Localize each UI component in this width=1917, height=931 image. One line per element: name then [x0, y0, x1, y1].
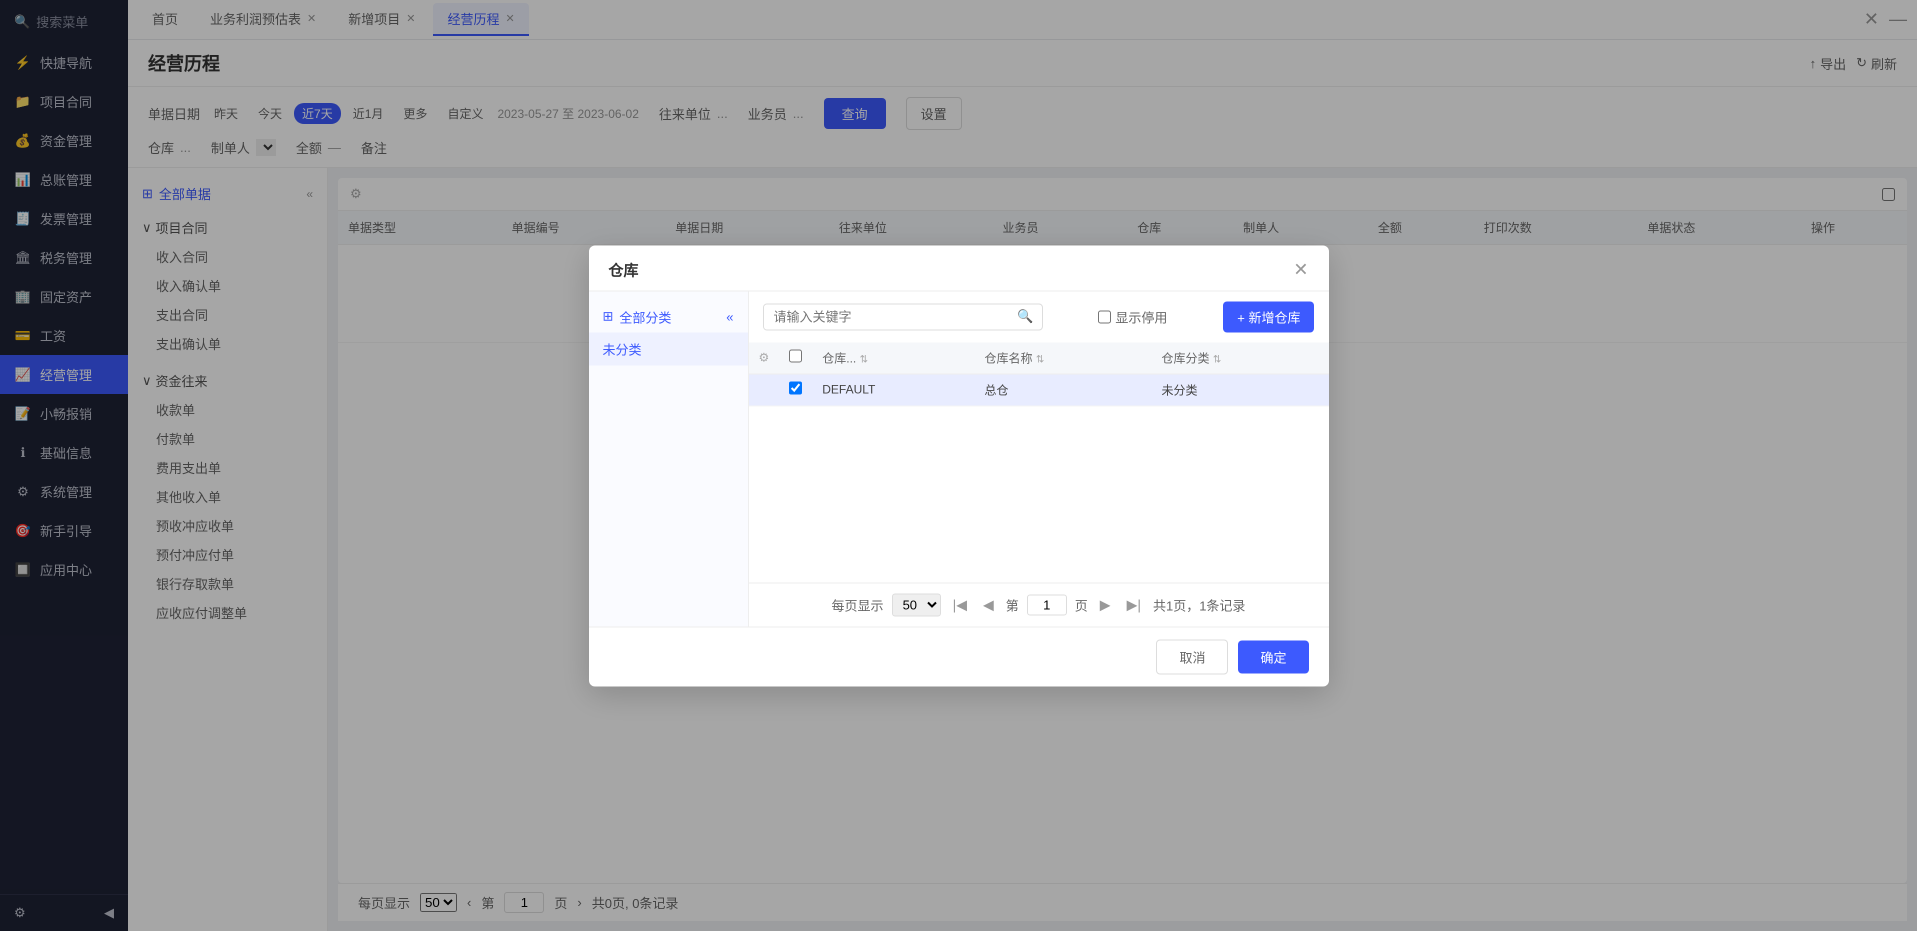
modal-page-label: 第	[1006, 595, 1019, 614]
warehouse-modal: 仓库 ✕ ⊞ 全部分类 « 未分类 🔍 显示	[589, 245, 1329, 686]
modal-close-button[interactable]: ✕	[1293, 259, 1308, 280]
modal-col-name: 仓库名称 ⇅	[975, 342, 1152, 374]
modal-title: 仓库	[609, 259, 639, 280]
modal-body: ⊞ 全部分类 « 未分类 🔍 显示停用 + 新增仓库	[589, 291, 1329, 626]
modal-pagination: 每页显示 50 |◀ ◀ 第 页 ▶ ▶| 共1页，1条记录	[749, 582, 1329, 626]
show-disabled-checkbox[interactable]	[1098, 310, 1111, 323]
sort-name-icon[interactable]: ⇅	[1036, 354, 1044, 365]
add-warehouse-button[interactable]: + 新增仓库	[1223, 301, 1314, 332]
modal-page-input[interactable]	[1027, 594, 1067, 615]
modal-prev-page-btn[interactable]: ◀	[979, 594, 998, 615]
modal-col-settings: ⚙	[749, 342, 780, 374]
modal-last-page-btn[interactable]: ▶|	[1123, 594, 1145, 615]
modal-table: ⚙ 仓库... ⇅ 仓库名称 ⇅	[749, 342, 1329, 406]
modal-total-info: 共1页，1条记录	[1153, 595, 1245, 614]
modal-row-check-cell	[779, 374, 812, 406]
modal-row-code: DEFAULT	[812, 374, 974, 406]
show-disabled-label: 显示停用	[1115, 307, 1167, 326]
cancel-button[interactable]: 取消	[1156, 639, 1228, 674]
modal-table-settings-icon[interactable]: ⚙	[759, 351, 770, 365]
modal-table-container: ⚙ 仓库... ⇅ 仓库名称 ⇅	[749, 342, 1329, 582]
sort-cat-icon[interactable]: ⇅	[1213, 354, 1221, 365]
modal-first-page-btn[interactable]: |◀	[949, 594, 971, 615]
modal-all-categories[interactable]: ⊞ 全部分类 «	[589, 301, 748, 332]
modal-footer: 取消 确定	[589, 626, 1329, 686]
sort-code-icon[interactable]: ⇅	[860, 354, 868, 365]
modal-row-category: 未分类	[1152, 374, 1329, 406]
modal-cat-collapse-icon[interactable]: «	[726, 309, 733, 324]
modal-right-panel: 🔍 显示停用 + 新增仓库 ⚙	[749, 291, 1329, 626]
modal-row-checkbox[interactable]	[789, 382, 802, 395]
modal-col-check	[779, 342, 812, 374]
modal-category-panel: ⊞ 全部分类 « 未分类	[589, 291, 749, 626]
modal-next-page-btn[interactable]: ▶	[1096, 594, 1115, 615]
category-grid-icon: ⊞	[603, 309, 614, 325]
modal-header: 仓库 ✕	[589, 245, 1329, 291]
confirm-button[interactable]: 确定	[1238, 640, 1308, 673]
modal-toolbar: 🔍 显示停用 + 新增仓库	[749, 291, 1329, 342]
modal-select-all[interactable]	[789, 350, 802, 363]
modal-col-category: 仓库分类 ⇅	[1152, 342, 1329, 374]
modal-col-code: 仓库... ⇅	[812, 342, 974, 374]
modal-table-row[interactable]: DEFAULT 总仓 未分类	[749, 374, 1329, 406]
modal-per-page-label: 每页显示	[832, 595, 884, 614]
modal-per-page-select[interactable]: 50	[892, 593, 941, 616]
modal-row-settings-cell	[749, 374, 780, 406]
modal-search-input[interactable]	[764, 304, 1010, 329]
modal-cat-item-unclassified[interactable]: 未分类	[589, 332, 748, 365]
modal-page-suffix: 页	[1075, 595, 1088, 614]
modal-search-icon: 🔍	[1009, 309, 1041, 325]
modal-search-box: 🔍	[763, 303, 1043, 330]
show-disabled-group: 显示停用	[1098, 307, 1167, 326]
all-categories-label: 全部分类	[619, 307, 671, 326]
modal-row-name: 总仓	[975, 374, 1152, 406]
